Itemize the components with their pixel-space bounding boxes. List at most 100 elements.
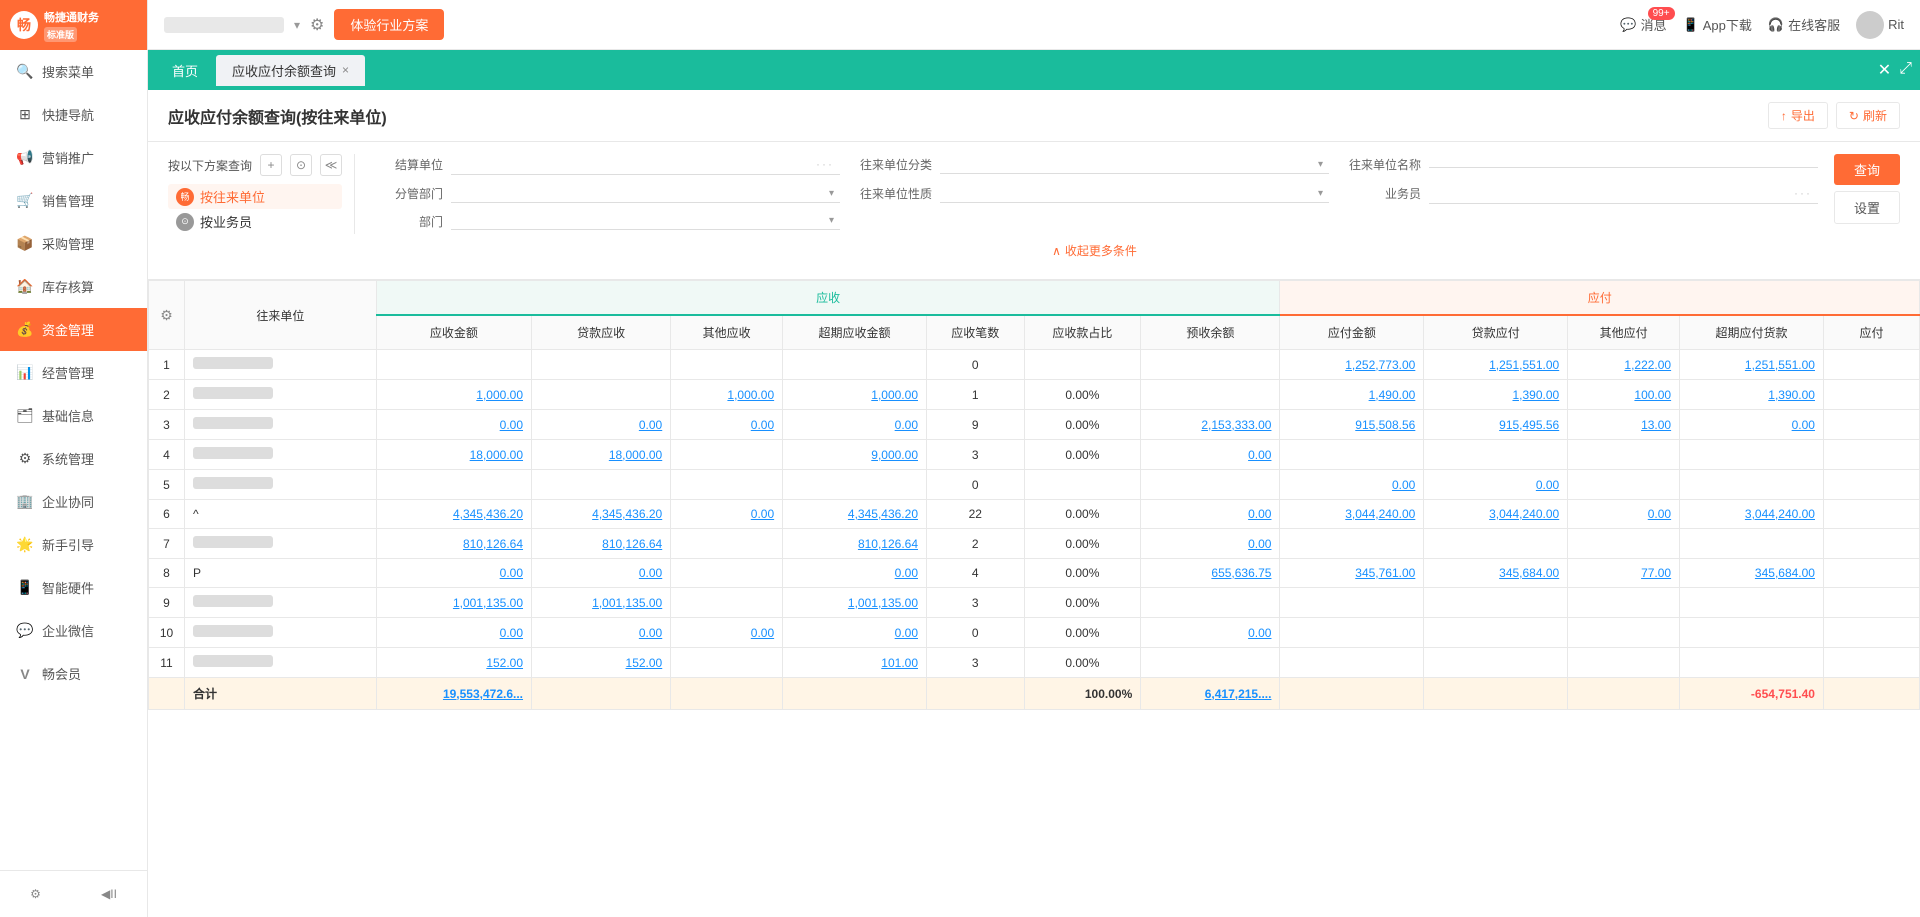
sidebar-item-guide[interactable]: 🌟 新手引导 — [0, 523, 147, 566]
settlement-input[interactable]: ··· — [451, 154, 840, 175]
refresh-icon: ↻ — [1849, 109, 1859, 123]
version-badge: 标准版 — [44, 27, 77, 42]
department-select[interactable]: ▾ — [451, 212, 840, 230]
footer-receivable-amount[interactable]: 19,553,472.6... — [376, 678, 531, 710]
breadcrumb — [164, 17, 284, 33]
refresh-button[interactable]: ↻ 刷新 — [1836, 102, 1900, 129]
tab-receivable[interactable]: 应收应付余额查询 × — [216, 55, 365, 86]
filter-field-unit-name: 往来单位名称 — [1349, 156, 1818, 173]
sidebar-item-wechat[interactable]: 💬 企业微信 — [0, 609, 147, 652]
sidebar-item-capital[interactable]: 💰 资金管理 — [0, 308, 147, 351]
sidebar-item-enterprise[interactable]: 🏢 企业协同 — [0, 480, 147, 523]
basic-icon: 🗂 — [16, 407, 34, 425]
th-prepaid-balance: 预收余额 — [1141, 315, 1280, 350]
filter-field-department: 部门 ▾ — [371, 212, 840, 230]
table-row: 91,001,135.001,001,135.001,001,135.0030.… — [149, 588, 1920, 618]
sidebar-item-operation[interactable]: 📊 经营管理 — [0, 351, 147, 394]
collapse-scheme-btn[interactable]: ≪ — [320, 154, 342, 176]
th-overdue-receivable: 超期应收金额 — [783, 315, 927, 350]
table-row: 21,000.001,000.001,000.0010.00%1,490.001… — [149, 380, 1920, 410]
th-settings[interactable]: ⚙ — [149, 281, 185, 350]
sidebar-settings-btn[interactable]: ⚙ — [22, 879, 49, 909]
online-service-item[interactable]: 🎧 在线客服 — [1768, 15, 1840, 34]
marketing-icon: 📢 — [16, 149, 34, 167]
member-icon: V — [16, 665, 34, 683]
table-row: 30.000.000.000.0090.00%2,153,333.00915,5… — [149, 410, 1920, 440]
th-loan-receivable: 贷款应收 — [532, 315, 671, 350]
message-item[interactable]: 💬 消息 99+ — [1620, 15, 1666, 34]
tab-home[interactable]: 首页 — [156, 55, 214, 86]
top-header-left: ▾ ⚙ 体验行业方案 — [164, 9, 444, 40]
unit-name-input[interactable] — [1429, 161, 1818, 168]
sidebar-item-sales[interactable]: 🛒 销售管理 — [0, 179, 147, 222]
th-overdue-payable: 超期应付货款 — [1680, 315, 1824, 350]
app-icon: 📱 — [1683, 17, 1699, 33]
th-payable-amount: 应付金额 — [1280, 315, 1424, 350]
search-icon: 🔍 — [16, 63, 34, 81]
filter-field-unit-category: 往来单位分类 ▾ — [860, 156, 1329, 174]
dept-select[interactable]: ▾ — [451, 185, 840, 203]
filter-field-dept: 分管部门 ▾ — [371, 185, 840, 203]
inventory-icon: 🏠 — [16, 278, 34, 296]
th-receivable-count: 应收笔数 — [927, 315, 1025, 350]
tab-close-icon[interactable]: × — [342, 63, 349, 77]
sidebar-item-hardware[interactable]: 📱 智能硬件 — [0, 566, 147, 609]
sidebar-item-basic[interactable]: 🗂 基础信息 — [0, 394, 147, 437]
filter-scheme-label: 按以下方案查询 — [168, 157, 252, 174]
scheme-option-staff[interactable]: ⊙ 按业务员 — [168, 209, 342, 234]
sidebar-collapse-btn[interactable]: ◀II — [93, 879, 125, 909]
sidebar-logo: 畅 畅捷通财务 标准版 — [0, 0, 147, 50]
tab-maximize-icon[interactable]: ⤢ — [1899, 60, 1912, 80]
query-button[interactable]: 查询 — [1834, 154, 1900, 185]
th-payable: 应付 — [1280, 281, 1920, 316]
th-unit: 往来单位 — [185, 281, 377, 350]
staff-input[interactable]: ··· — [1429, 183, 1818, 204]
avatar — [1856, 11, 1884, 39]
unit-category-select[interactable]: ▾ — [940, 156, 1329, 174]
sidebar-item-system[interactable]: ⚙ 系统管理 — [0, 437, 147, 480]
message-badge: 99+ — [1648, 7, 1675, 20]
settings-gear-icon[interactable]: ⚙ — [310, 15, 324, 35]
sidebar-item-purchase[interactable]: 📦 采购管理 — [0, 222, 147, 265]
top-header-right: 💬 消息 99+ 📱 App下载 🎧 在线客服 Rit — [1620, 11, 1904, 39]
sidebar-item-inventory[interactable]: 🏠 库存核算 — [0, 265, 147, 308]
user-item[interactable]: Rit — [1856, 11, 1904, 39]
config-scheme-btn[interactable]: ⊙ — [290, 154, 312, 176]
app-download-item[interactable]: 📱 App下载 — [1683, 15, 1752, 34]
service-label: 在线客服 — [1788, 15, 1840, 34]
footer-overdue-payable: -654,751.40 — [1680, 678, 1824, 710]
solution-button[interactable]: 体验行业方案 — [334, 9, 444, 40]
scheme-option-unit[interactable]: 畅 按往来单位 — [168, 184, 342, 209]
tab-close-window-icon[interactable]: ✕ — [1878, 60, 1891, 80]
th-receivable-ratio: 应收款占比 — [1024, 315, 1141, 350]
logo-text: 畅捷通财务 — [44, 9, 99, 25]
th-payable-extra: 应付 — [1823, 315, 1919, 350]
home-icon: ⊞ — [16, 106, 34, 124]
collapse-bar[interactable]: ∧ 收起更多条件 — [1048, 238, 1141, 263]
capital-icon: 💰 — [16, 321, 34, 339]
sidebar-item-quick[interactable]: ⊞ 快捷导航 — [0, 93, 147, 136]
guide-icon: 🌟 — [16, 536, 34, 554]
unit-nature-select[interactable]: ▾ — [940, 185, 1329, 203]
top-header: ▾ ⚙ 体验行业方案 💬 消息 99+ 📱 App下载 🎧 在线客服 Rit — [148, 0, 1920, 50]
system-icon: ⚙ — [16, 450, 34, 468]
hardware-icon: 📱 — [16, 579, 34, 597]
sidebar-item-search[interactable]: 🔍 搜索菜单 — [0, 50, 147, 93]
user-name: Rit — [1888, 17, 1904, 32]
purchase-icon: 📦 — [16, 235, 34, 253]
main-content: ▾ ⚙ 体验行业方案 💬 消息 99+ 📱 App下载 🎧 在线客服 Rit — [148, 0, 1920, 917]
filter-field-settlement: 结算单位 ··· — [371, 154, 840, 175]
th-receivable-amount: 应收金额 — [376, 315, 531, 350]
table-row: 101,252,773.001,251,551.001,222.001,251,… — [149, 350, 1920, 380]
data-table: ⚙ 往来单位 应收 应付 应收金额 贷款应收 其他应收 超期应收金额 应收笔数 … — [148, 280, 1920, 710]
table-container: ⚙ 往来单位 应收 应付 应收金额 贷款应收 其他应收 超期应收金额 应收笔数 … — [148, 280, 1920, 917]
add-scheme-btn[interactable]: + — [260, 154, 282, 176]
sidebar-item-member[interactable]: V 畅会员 — [0, 652, 147, 695]
sidebar-item-marketing[interactable]: 📢 营销推广 — [0, 136, 147, 179]
scheme-unit-icon: 畅 — [176, 188, 194, 206]
operation-icon: 📊 — [16, 364, 34, 382]
table-row: 100.000.000.000.0000.00%0.00 — [149, 618, 1920, 648]
filter-settings-button[interactable]: 设置 — [1834, 191, 1900, 224]
export-button[interactable]: ↑ 导出 — [1768, 102, 1828, 129]
footer-prepaid-balance[interactable]: 6,417,215.... — [1141, 678, 1280, 710]
